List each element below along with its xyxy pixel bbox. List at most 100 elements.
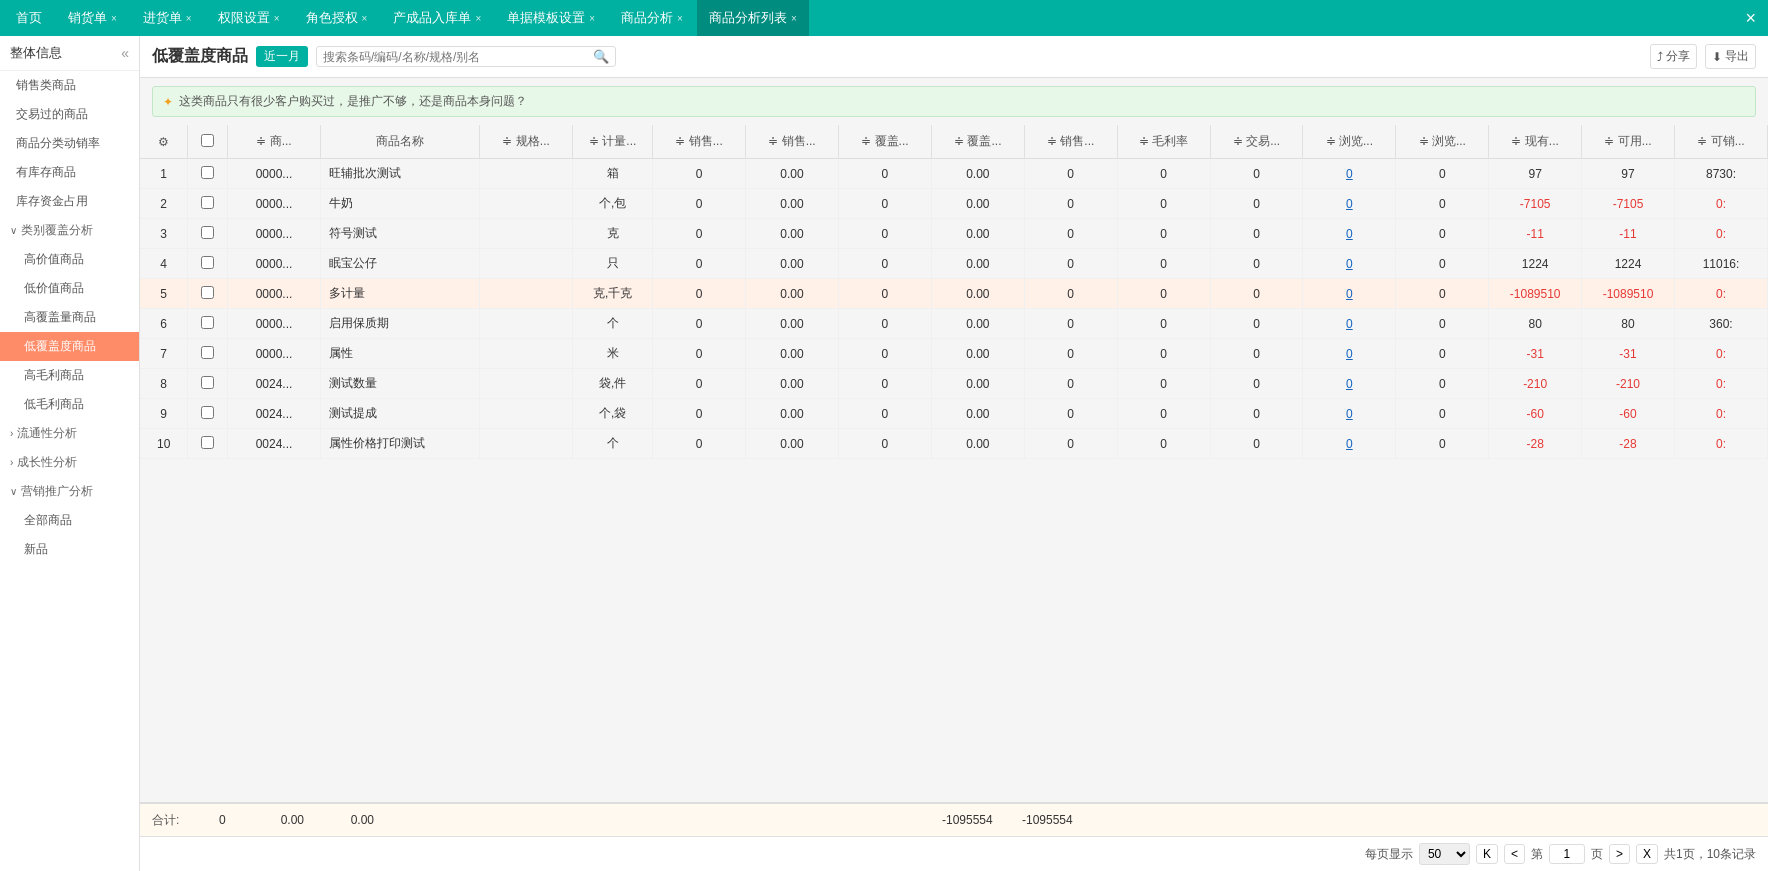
col-header-browse1[interactable]: ≑ 浏览... xyxy=(1303,125,1396,159)
col-header-code[interactable]: ≑ 商... xyxy=(228,125,321,159)
col-header-coverage-rate[interactable]: ≑ 覆盖... xyxy=(931,125,1024,159)
sidebar-section-liquidity[interactable]: › 流通性分析 xyxy=(0,419,139,448)
row-browse1[interactable]: 0 xyxy=(1303,309,1396,339)
nav-tab-permissions[interactable]: 权限设置 × xyxy=(206,0,292,36)
row-browse1[interactable]: 0 xyxy=(1303,249,1396,279)
sidebar-item-low-coverage[interactable]: 低覆盖度商品 xyxy=(0,332,139,361)
sidebar-section-growth[interactable]: › 成长性分析 xyxy=(0,448,139,477)
close-all-tabs[interactable]: × xyxy=(1737,8,1764,29)
col-header-trans[interactable]: ≑ 交易... xyxy=(1210,125,1303,159)
close-tab-production[interactable]: × xyxy=(475,13,481,24)
col-header-spec[interactable]: ≑ 规格... xyxy=(480,125,573,159)
sidebar-item-category-rate[interactable]: 商品分类动销率 xyxy=(0,129,139,158)
row-browse1[interactable]: 0 xyxy=(1303,339,1396,369)
first-page-button[interactable]: K xyxy=(1476,844,1498,864)
search-box: 🔍 xyxy=(316,46,616,67)
pagination-bar: 每页显示 10 20 50 100 K < 第 页 > X 共1页，10条记录 xyxy=(140,836,1768,871)
row-check[interactable] xyxy=(188,399,228,429)
close-tab-sales[interactable]: × xyxy=(111,13,117,24)
nav-tab-roles[interactable]: 角色授权 × xyxy=(294,0,380,36)
search-icon[interactable]: 🔍 xyxy=(593,49,609,64)
row-coverage-num: 0 xyxy=(838,309,931,339)
row-check[interactable] xyxy=(188,249,228,279)
nav-tab-sales[interactable]: 销货单 × xyxy=(56,0,129,36)
row-browse1[interactable]: 0 xyxy=(1303,159,1396,189)
close-tab-roles[interactable]: × xyxy=(362,13,368,24)
nav-tab-analysis-list[interactable]: 商品分析列表 × xyxy=(697,0,809,36)
col-header-available[interactable]: ≑ 可用... xyxy=(1582,125,1675,159)
close-tab-purchase[interactable]: × xyxy=(186,13,192,24)
col-header-sales-qty[interactable]: ≑ 销售... xyxy=(653,125,746,159)
row-browse1[interactable]: 0 xyxy=(1303,399,1396,429)
row-num: 7 xyxy=(140,339,188,369)
row-code: 0000... xyxy=(228,159,321,189)
sidebar-item-all-goods[interactable]: 全部商品 xyxy=(0,506,139,535)
row-check[interactable] xyxy=(188,189,228,219)
page-size-select[interactable]: 10 20 50 100 xyxy=(1419,843,1470,865)
row-browse1[interactable]: 0 xyxy=(1303,279,1396,309)
time-filter-button[interactable]: 近一月 xyxy=(256,46,308,67)
row-num: 3 xyxy=(140,219,188,249)
table-wrapper[interactable]: ⚙ ≑ 商... 商品名称 ≑ 规格... xyxy=(140,125,1768,802)
row-check[interactable] xyxy=(188,429,228,459)
row-check[interactable] xyxy=(188,219,228,249)
last-page-button[interactable]: X xyxy=(1636,844,1658,864)
row-code: 0024... xyxy=(228,369,321,399)
nav-tab-template[interactable]: 单据模板设置 × xyxy=(495,0,607,36)
total-available: -1095554 xyxy=(1007,813,1087,827)
sidebar-item-high-value[interactable]: 高价值商品 xyxy=(0,245,139,274)
sidebar-collapse-btn[interactable]: « xyxy=(121,45,129,61)
page-number-input[interactable] xyxy=(1549,844,1585,864)
row-browse1[interactable]: 0 xyxy=(1303,189,1396,219)
row-gross-rate: 0 xyxy=(1117,399,1210,429)
next-page-button[interactable]: > xyxy=(1609,844,1630,864)
row-check[interactable] xyxy=(188,159,228,189)
col-header-current-stock[interactable]: ≑ 现有... xyxy=(1489,125,1582,159)
sidebar-item-high-profit[interactable]: 高毛利商品 xyxy=(0,361,139,390)
search-input[interactable] xyxy=(323,50,593,64)
sidebar-section-marketing[interactable]: ∨ 营销推广分析 xyxy=(0,477,139,506)
sidebar-item-traded-goods[interactable]: 交易过的商品 xyxy=(0,100,139,129)
export-button[interactable]: ⬇ 导出 xyxy=(1705,44,1756,69)
sidebar-item-new-goods[interactable]: 新品 xyxy=(0,535,139,564)
info-banner: ✦ 这类商品只有很少客户购买过，是推广不够，还是商品本身问题？ xyxy=(152,86,1756,117)
sidebar-section-coverage[interactable]: ∨ 类别覆盖分析 xyxy=(0,216,139,245)
row-check[interactable] xyxy=(188,279,228,309)
col-header-name[interactable]: 商品名称 xyxy=(320,125,479,159)
nav-tab-purchase[interactable]: 进货单 × xyxy=(131,0,204,36)
row-browse1[interactable]: 0 xyxy=(1303,369,1396,399)
close-tab-permissions[interactable]: × xyxy=(274,13,280,24)
nav-tab-production[interactable]: 产成品入库单 × xyxy=(381,0,493,36)
row-name: 测试提成 xyxy=(320,399,479,429)
sidebar-item-high-coverage[interactable]: 高覆盖量商品 xyxy=(0,303,139,332)
col-header-sellable[interactable]: ≑ 可销... xyxy=(1674,125,1767,159)
sidebar-item-stock-capital[interactable]: 库存资金占用 xyxy=(0,187,139,216)
row-check[interactable] xyxy=(188,339,228,369)
sidebar-item-in-stock[interactable]: 有库存商品 xyxy=(0,158,139,187)
col-header-coverage-num[interactable]: ≑ 覆盖... xyxy=(838,125,931,159)
row-check[interactable] xyxy=(188,369,228,399)
col-header-gross-rate[interactable]: ≑ 毛利率 xyxy=(1117,125,1210,159)
nav-tab-analysis[interactable]: 商品分析 × xyxy=(609,0,695,36)
share-button[interactable]: ⤴ 分享 xyxy=(1650,44,1697,69)
row-check[interactable] xyxy=(188,309,228,339)
select-all-checkbox[interactable] xyxy=(201,134,214,147)
close-tab-analysis[interactable]: × xyxy=(677,13,683,24)
header-actions: ⤴ 分享 ⬇ 导出 xyxy=(1650,44,1756,69)
table-row: 5 0000... 多计量 克,千克 0 0.00 0 0.00 0 0 0 0… xyxy=(140,279,1768,309)
col-header-sales-amt[interactable]: ≑ 销售... xyxy=(746,125,839,159)
row-browse2: 0 xyxy=(1396,369,1489,399)
sidebar-item-low-value[interactable]: 低价值商品 xyxy=(0,274,139,303)
row-browse1[interactable]: 0 xyxy=(1303,429,1396,459)
col-header-sales3[interactable]: ≑ 销售... xyxy=(1024,125,1117,159)
sidebar-item-sales-goods[interactable]: 销售类商品 xyxy=(0,71,139,100)
col-header-unit[interactable]: ≑ 计量... xyxy=(573,125,653,159)
row-browse1[interactable]: 0 xyxy=(1303,219,1396,249)
prev-page-button[interactable]: < xyxy=(1504,844,1525,864)
col-header-browse2[interactable]: ≑ 浏览... xyxy=(1396,125,1489,159)
nav-tab-home[interactable]: 首页 xyxy=(4,0,54,36)
sidebar-item-low-profit[interactable]: 低毛利商品 xyxy=(0,390,139,419)
close-tab-template[interactable]: × xyxy=(589,13,595,24)
gear-icon[interactable]: ⚙ xyxy=(158,135,169,149)
close-tab-analysis-list[interactable]: × xyxy=(791,13,797,24)
